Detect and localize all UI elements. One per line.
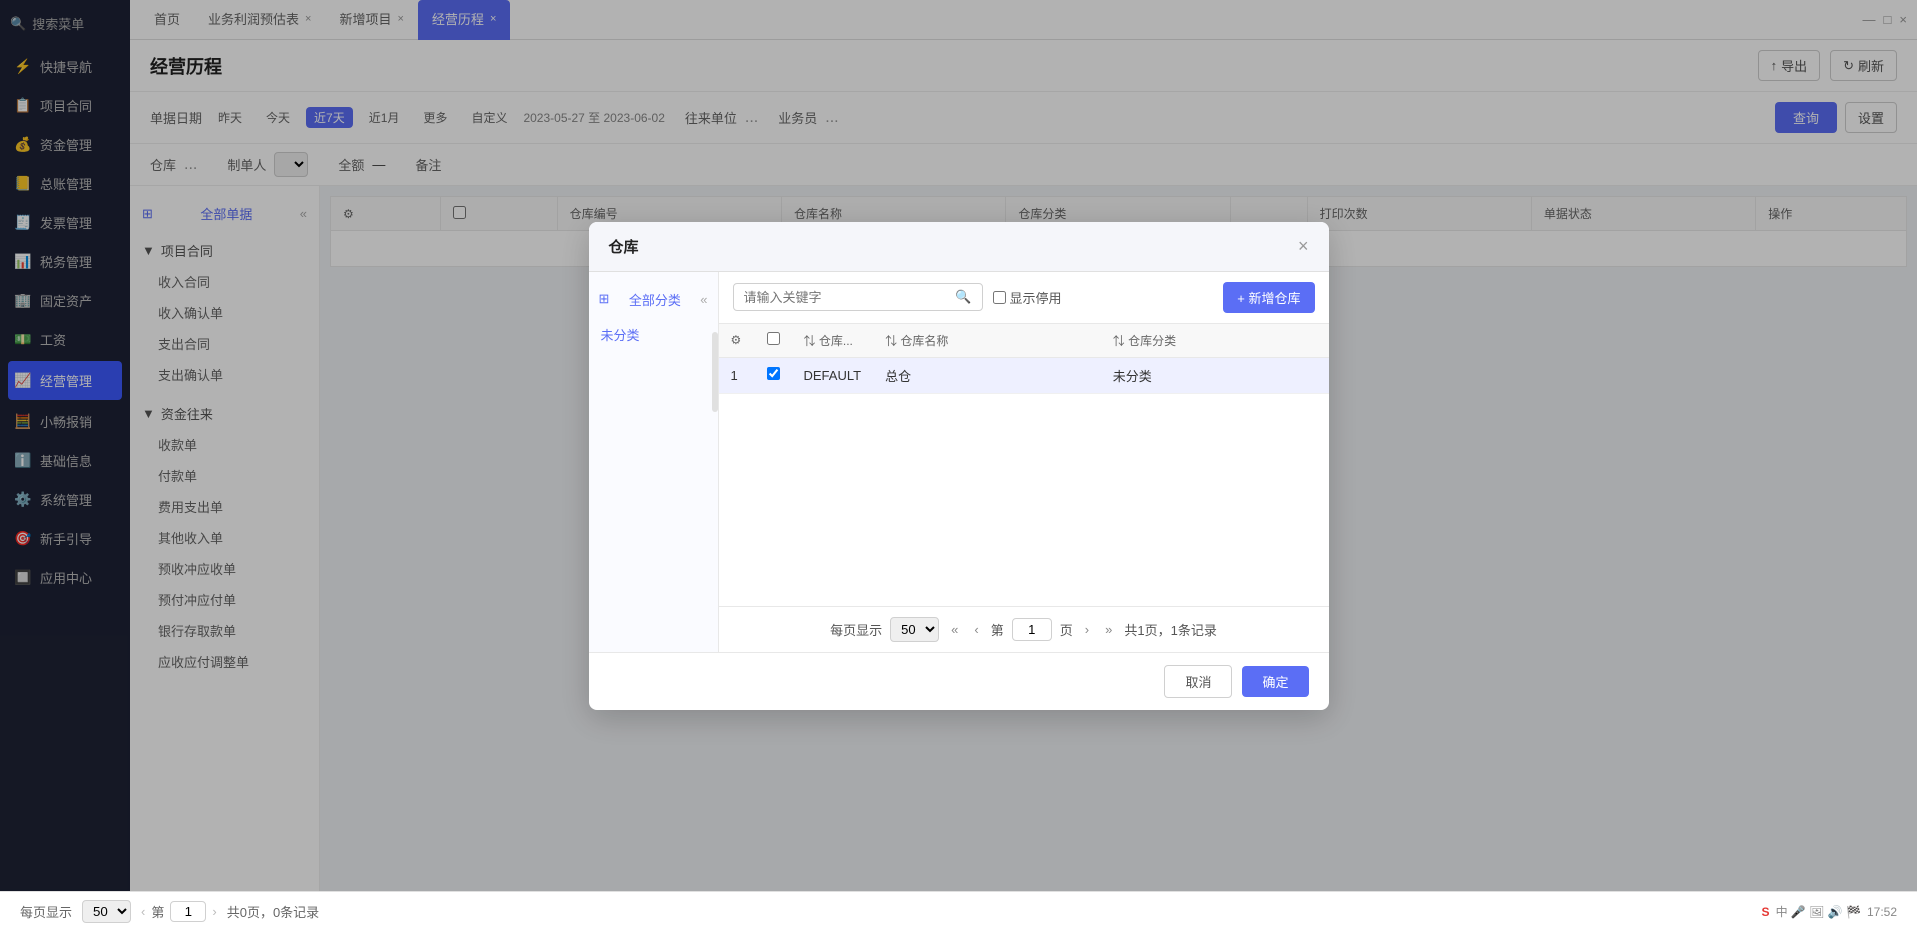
row-select-checkbox[interactable]: [767, 367, 780, 380]
taskbar-right: S 中 🎤 🖼 🔊 🏁 17:52: [1762, 903, 1897, 920]
taskbar-left: 每页显示 50 ‹ 第 › 共0页，0条记录: [20, 900, 319, 923]
modal-next-page[interactable]: ›: [1081, 620, 1093, 639]
taskbar-page-label: 第: [151, 902, 164, 921]
modal-table: ⚙ ⇅ 仓库... ⇅ 仓库名称: [719, 324, 1329, 394]
taskbar-per-page-select[interactable]: 50: [82, 900, 131, 923]
modal-col-id: ⇅ 仓库...: [792, 324, 874, 358]
modal-select-all[interactable]: [767, 332, 780, 345]
taskbar-page-input[interactable]: [170, 901, 206, 922]
modal-close-button[interactable]: ×: [1298, 236, 1309, 257]
modal-toolbar: 🔍 显示停用 + 新增仓库: [719, 272, 1329, 324]
taskbar-page-nav: ‹ 第 ›: [141, 901, 217, 922]
modal-body: ⊞ 全部分类 « 未分类 🔍 显示停用: [589, 272, 1329, 652]
modal-search-box: 🔍: [733, 283, 983, 311]
modal-last-page[interactable]: »: [1101, 620, 1116, 639]
row-id: 1: [719, 357, 755, 393]
confirm-button[interactable]: 确定: [1242, 666, 1308, 697]
show-disabled-checkbox[interactable]: [993, 291, 1006, 304]
modal-first-page[interactable]: «: [947, 620, 962, 639]
modal-pagination: 每页显示 50 « ‹ 第 页 › » 共1页，1条记录: [719, 606, 1329, 652]
modal-sidebar: ⊞ 全部分类 « 未分类: [589, 272, 719, 652]
modal-main: 🔍 显示停用 + 新增仓库 ⚙: [719, 272, 1329, 652]
show-disabled-label[interactable]: 显示停用: [993, 288, 1062, 307]
row-category: 未分类: [1101, 357, 1329, 393]
row-code: DEFAULT: [792, 357, 874, 393]
taskbar-per-page-label: 每页显示: [20, 902, 72, 921]
modal-sidebar-item-uncategorized[interactable]: 未分类: [589, 317, 718, 352]
taskbar-total: 共0页，0条记录: [227, 902, 319, 921]
taskbar-icons: 中 🎤 🖼 🔊 🏁: [1776, 903, 1861, 920]
modal-sidebar-header: ⊞ 全部分类 «: [589, 282, 718, 317]
row-name: 总仓: [873, 357, 1101, 393]
modal-search-input[interactable]: [744, 290, 950, 305]
sort-icon3: ⇅: [1113, 334, 1125, 348]
modal-table-scroll: ⚙ ⇅ 仓库... ⇅ 仓库名称: [719, 324, 1329, 606]
modal-per-page-select[interactable]: 50: [890, 617, 939, 642]
modal-sidebar-scrollbar[interactable]: [712, 332, 718, 412]
sort-icon2: ⇅: [885, 334, 897, 348]
modal-col-settings[interactable]: ⚙: [719, 324, 755, 358]
taskbar-next-btn[interactable]: ›: [212, 904, 216, 919]
row-checkbox[interactable]: [755, 357, 792, 393]
modal-sidebar-collapse[interactable]: «: [700, 292, 707, 307]
modal-table-row[interactable]: 1 DEFAULT 总仓 未分类: [719, 357, 1329, 393]
modal-header: 仓库 ×: [589, 222, 1329, 272]
taskbar-prev-btn[interactable]: ‹: [141, 904, 145, 919]
cancel-button[interactable]: 取消: [1164, 665, 1232, 698]
modal-page-input[interactable]: [1012, 618, 1052, 641]
warehouse-modal: 仓库 × ⊞ 全部分类 « 未分类: [589, 222, 1329, 710]
modal-title: 仓库: [609, 236, 639, 257]
modal-page-label: 第: [991, 620, 1004, 639]
taskbar: 每页显示 50 ‹ 第 › 共0页，0条记录 S 中 🎤 🖼 🔊 🏁 17:52: [0, 891, 1917, 931]
modal-sidebar-all-label: 全部分类: [629, 290, 681, 309]
modal-col-checkbox[interactable]: [755, 324, 792, 358]
modal-page-next-label: 页: [1060, 620, 1073, 639]
modal-search-icon: 🔍: [955, 289, 971, 305]
modal-overlay: 仓库 × ⊞ 全部分类 « 未分类: [0, 0, 1917, 931]
sort-icon: ⇅: [804, 334, 816, 348]
taskbar-time: 17:52: [1867, 905, 1897, 919]
modal-footer: 取消 确定: [589, 652, 1329, 710]
modal-sidebar-grid-icon: ⊞: [599, 291, 610, 307]
modal-prev-page[interactable]: ‹: [970, 620, 982, 639]
modal-col-name: ⇅ 仓库名称: [873, 324, 1101, 358]
show-disabled-text: 显示停用: [1010, 288, 1062, 307]
modal-col-category: ⇅ 仓库分类: [1101, 324, 1329, 358]
taskbar-brand: S: [1762, 905, 1770, 919]
modal-per-page-label: 每页显示: [830, 620, 882, 639]
modal-total-label: 共1页，1条记录: [1124, 620, 1216, 639]
add-warehouse-button[interactable]: + 新增仓库: [1223, 282, 1314, 313]
